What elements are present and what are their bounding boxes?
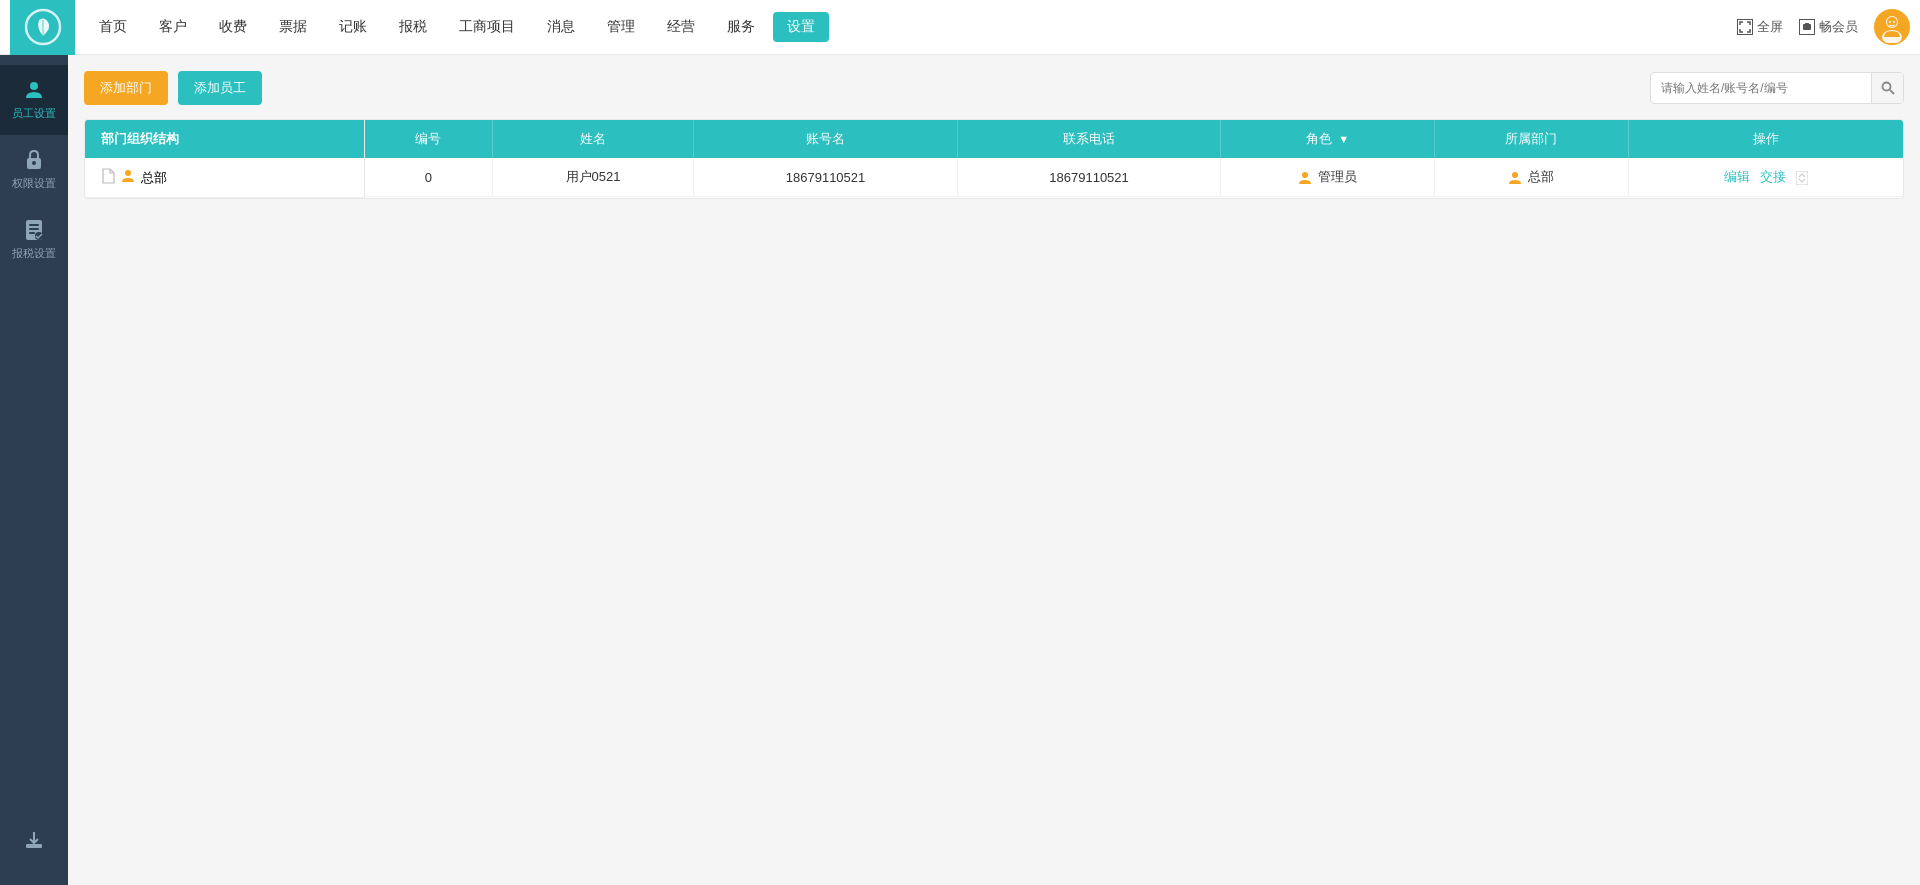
nav-message[interactable]: 消息: [533, 12, 589, 42]
dept-person-icon: [121, 169, 135, 186]
sidebar-bottom: [23, 815, 45, 885]
member-button[interactable]: 畅会员: [1799, 18, 1858, 36]
col-action: 操作: [1628, 120, 1903, 158]
table-panel: 编号 姓名 账号名 联系电话 角色 ▼ 所属部门 操作: [365, 120, 1903, 198]
nav-operation[interactable]: 经营: [653, 12, 709, 42]
svg-point-7: [1893, 21, 1895, 23]
transfer-link[interactable]: 交接: [1760, 169, 1786, 184]
svg-rect-14: [29, 232, 35, 234]
toolbar: 添加部门 添加员工: [84, 71, 1904, 105]
cell-action: 编辑 交接: [1628, 158, 1903, 197]
col-role: 角色 ▼: [1221, 120, 1434, 158]
person-icon: [23, 79, 45, 101]
sidebar-label-permission: 权限设置: [12, 176, 56, 191]
sidebar-item-employee[interactable]: 员工设置: [0, 65, 68, 135]
add-dept-button[interactable]: 添加部门: [84, 71, 168, 105]
svg-rect-2: [1805, 23, 1809, 25]
logo: [10, 0, 75, 55]
svg-rect-16: [26, 844, 42, 848]
lock-icon: [23, 149, 45, 171]
nav-fee[interactable]: 收费: [205, 12, 261, 42]
svg-point-10: [32, 161, 36, 165]
cell-account: 18679110521: [694, 158, 958, 197]
edit-link[interactable]: 编辑: [1724, 169, 1750, 184]
nav-client[interactable]: 客户: [145, 12, 201, 42]
fullscreen-button[interactable]: 全屏: [1737, 18, 1783, 36]
content-area: 添加部门 添加员工 部门组织结构: [68, 55, 1920, 885]
role-person-icon: [1298, 169, 1316, 184]
nav-right: 全屏 畅会员: [1737, 9, 1910, 45]
nav-settings[interactable]: 设置: [773, 12, 829, 42]
search-button[interactable]: [1871, 72, 1903, 104]
main-layout: 员工设置 权限设置: [0, 55, 1920, 885]
dept-item-hq[interactable]: 总部: [85, 158, 364, 198]
nav-bookkeeping[interactable]: 记账: [325, 12, 381, 42]
member-label: 畅会员: [1819, 18, 1858, 36]
top-nav: 首页 客户 收费 票据 记账 报税 工商项目 消息 管理 经营 服务 设置 全屏: [0, 0, 1920, 55]
sidebar: 员工设置 权限设置: [0, 55, 68, 885]
sidebar-item-download[interactable]: [23, 815, 45, 865]
two-col-layout: 部门组织结构 总部: [84, 119, 1904, 199]
nav-items: 首页 客户 收费 票据 记账 报税 工商项目 消息 管理 经营 服务 设置: [85, 12, 1737, 42]
fullscreen-label: 全屏: [1757, 18, 1783, 36]
avatar[interactable]: [1874, 9, 1910, 45]
member-icon: [1799, 19, 1815, 35]
col-phone: 联系电话: [957, 120, 1221, 158]
svg-point-20: [1302, 172, 1308, 178]
scroll-control[interactable]: [1796, 171, 1808, 185]
cell-name: 用户0521: [492, 158, 693, 197]
svg-rect-12: [29, 224, 39, 226]
dept-item-name: 总部: [141, 169, 167, 187]
svg-rect-22: [1796, 171, 1808, 185]
col-no: 编号: [365, 120, 492, 158]
cell-no: 0: [365, 158, 492, 197]
role-filter-icon[interactable]: ▼: [1338, 133, 1349, 145]
dept-panel: 部门组织结构 总部: [85, 120, 365, 198]
file-icon: [101, 168, 115, 187]
col-dept: 所属部门: [1434, 120, 1628, 158]
download-icon: [23, 829, 45, 851]
dept-person-icon-cell: [1508, 169, 1526, 184]
nav-manage[interactable]: 管理: [593, 12, 649, 42]
col-name: 姓名: [492, 120, 693, 158]
svg-rect-13: [29, 228, 39, 230]
add-staff-button[interactable]: 添加员工: [178, 71, 262, 105]
search-box: [1650, 72, 1904, 104]
svg-line-18: [1890, 90, 1894, 94]
col-account: 账号名: [694, 120, 958, 158]
sidebar-item-permission[interactable]: 权限设置: [0, 135, 68, 205]
sidebar-label-tax: 报税设置: [12, 246, 56, 261]
nav-bill[interactable]: 票据: [265, 12, 321, 42]
svg-point-21: [1512, 172, 1518, 178]
nav-home[interactable]: 首页: [85, 12, 141, 42]
cell-dept: 总部: [1434, 158, 1628, 197]
cell-phone: 18679110521: [957, 158, 1221, 197]
svg-point-8: [30, 82, 38, 90]
sidebar-item-tax-setting[interactable]: 报税设置: [0, 205, 68, 275]
nav-business[interactable]: 工商项目: [445, 12, 529, 42]
cell-role: 管理员: [1221, 158, 1434, 197]
search-input[interactable]: [1651, 81, 1871, 95]
sidebar-label-employee: 员工设置: [12, 106, 56, 121]
svg-point-6: [1889, 21, 1891, 23]
nav-tax[interactable]: 报税: [385, 12, 441, 42]
nav-service[interactable]: 服务: [713, 12, 769, 42]
employee-table: 编号 姓名 账号名 联系电话 角色 ▼ 所属部门 操作: [365, 120, 1903, 197]
svg-point-17: [1882, 83, 1890, 91]
table-row: 0 用户0521 18679110521 18679110521 管理员 总部 …: [365, 158, 1903, 197]
dept-panel-header: 部门组织结构: [85, 120, 364, 158]
fullscreen-icon: [1737, 19, 1753, 35]
report-icon: [23, 219, 45, 241]
svg-point-19: [125, 170, 131, 176]
